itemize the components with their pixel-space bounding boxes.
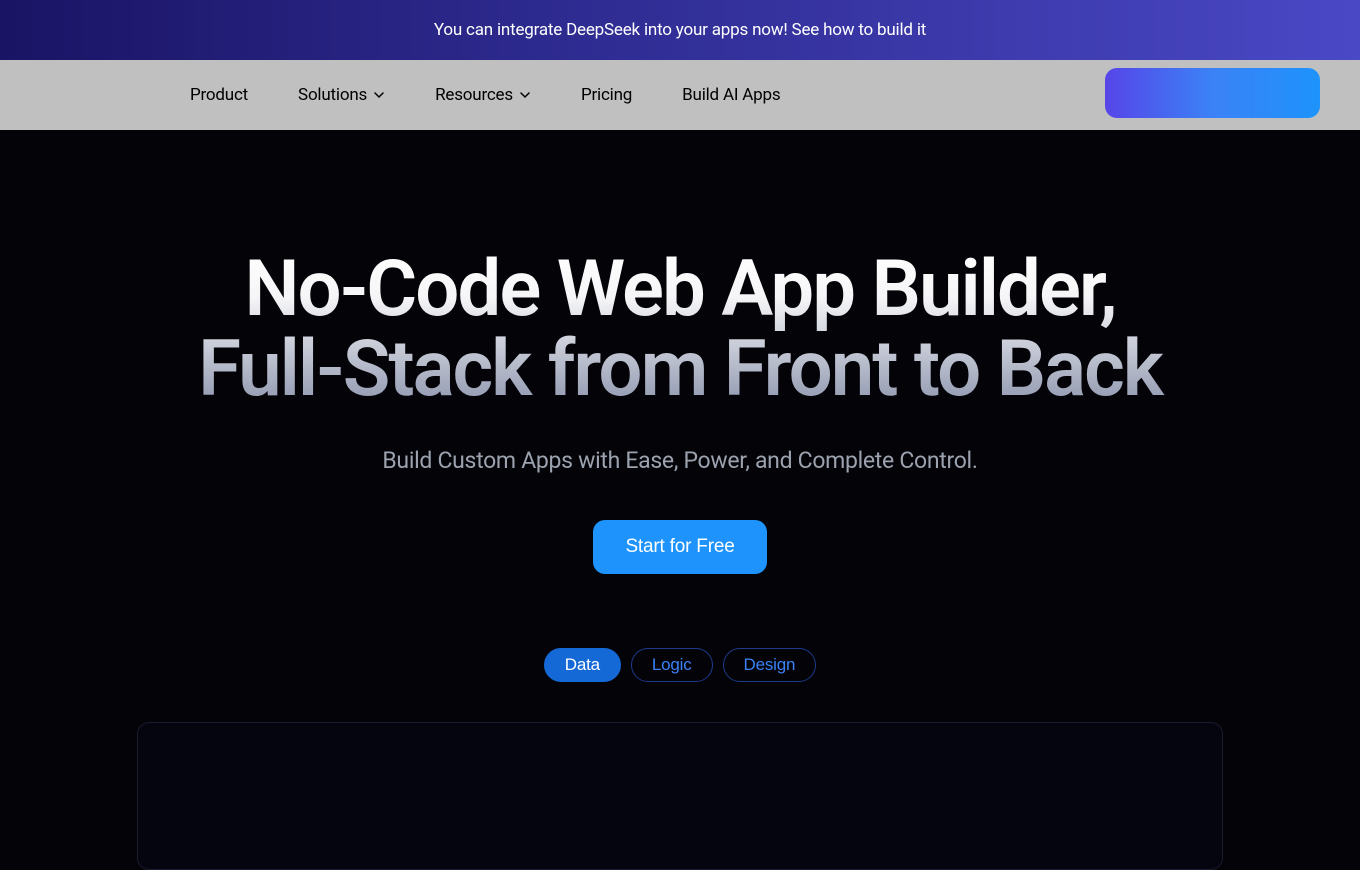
announcement-text: You can integrate DeepSeek into your app… <box>434 20 926 40</box>
nav-item-product[interactable]: Product <box>190 85 248 105</box>
tab-design[interactable]: Design <box>723 648 817 682</box>
tab-logic[interactable]: Logic <box>631 648 713 682</box>
content-preview-frame <box>137 722 1223 870</box>
nav-label: Build AI Apps <box>682 85 780 105</box>
nav-item-resources[interactable]: Resources <box>435 85 531 105</box>
announcement-bar[interactable]: You can integrate DeepSeek into your app… <box>0 0 1360 60</box>
nav-cta-button[interactable] <box>1105 68 1320 118</box>
nav-right <box>1105 68 1320 122</box>
hero-section: No-Code Web App Builder, Full-Stack from… <box>0 130 1360 870</box>
tabs-container: Data Logic Design <box>0 648 1360 682</box>
hero-subtitle: Build Custom Apps with Ease, Power, and … <box>0 447 1360 474</box>
nav-item-pricing[interactable]: Pricing <box>581 85 632 105</box>
nav-label: Product <box>190 85 248 105</box>
start-for-free-button[interactable]: Start for Free <box>593 520 766 574</box>
hero-title-line1: No-Code Web App Builder, <box>0 250 1360 330</box>
hero-title-line2: Full-Stack from Front to Back <box>0 330 1360 410</box>
nav-items: Product Solutions Resources Pricing Buil… <box>190 85 780 105</box>
nav-label: Pricing <box>581 85 632 105</box>
nav-item-build-ai-apps[interactable]: Build AI Apps <box>682 85 780 105</box>
tab-data[interactable]: Data <box>544 648 621 682</box>
hero-title: No-Code Web App Builder, Full-Stack from… <box>0 250 1360 409</box>
nav-bar: Product Solutions Resources Pricing Buil… <box>0 60 1360 130</box>
nav-label: Resources <box>435 85 513 105</box>
nav-item-solutions[interactable]: Solutions <box>298 85 385 105</box>
nav-label: Solutions <box>298 85 367 105</box>
chevron-down-icon <box>519 89 531 101</box>
chevron-down-icon <box>373 89 385 101</box>
